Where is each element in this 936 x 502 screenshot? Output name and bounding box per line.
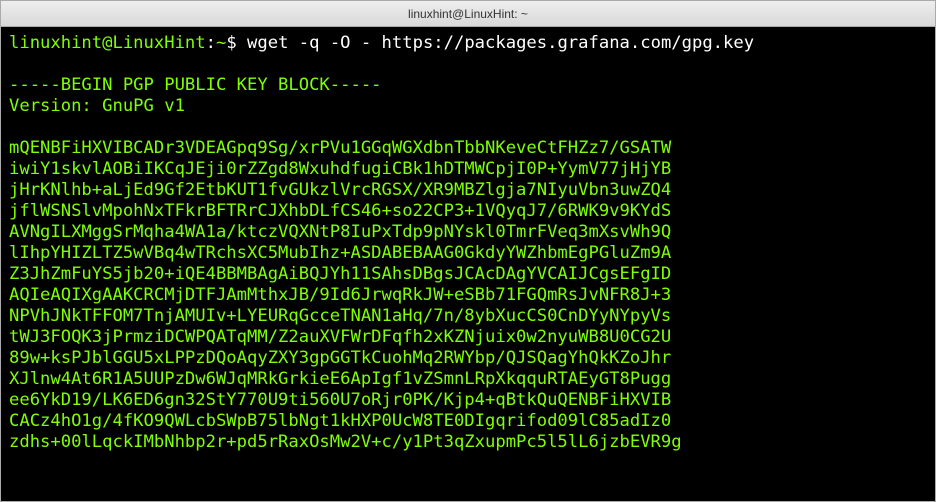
window-title: linuxhint@LinuxHint: ~ [408,7,528,21]
prompt-dollar: $ [226,33,247,53]
terminal-output: -----BEGIN PGP PUBLIC KEY BLOCK----- Ver… [9,75,682,452]
prompt-userhost: linuxhint@LinuxHint [9,33,206,53]
terminal-body[interactable]: linuxhint@LinuxHint:~$ wget -q -O - http… [1,27,935,501]
terminal-window: linuxhint@LinuxHint: ~ linuxhint@LinuxHi… [0,0,936,502]
command-text: wget -q -O - https://packages.grafana.co… [247,33,754,53]
prompt-colon: : [206,33,216,53]
prompt-path: ~ [216,33,226,53]
window-titlebar[interactable]: linuxhint@LinuxHint: ~ [1,1,935,27]
